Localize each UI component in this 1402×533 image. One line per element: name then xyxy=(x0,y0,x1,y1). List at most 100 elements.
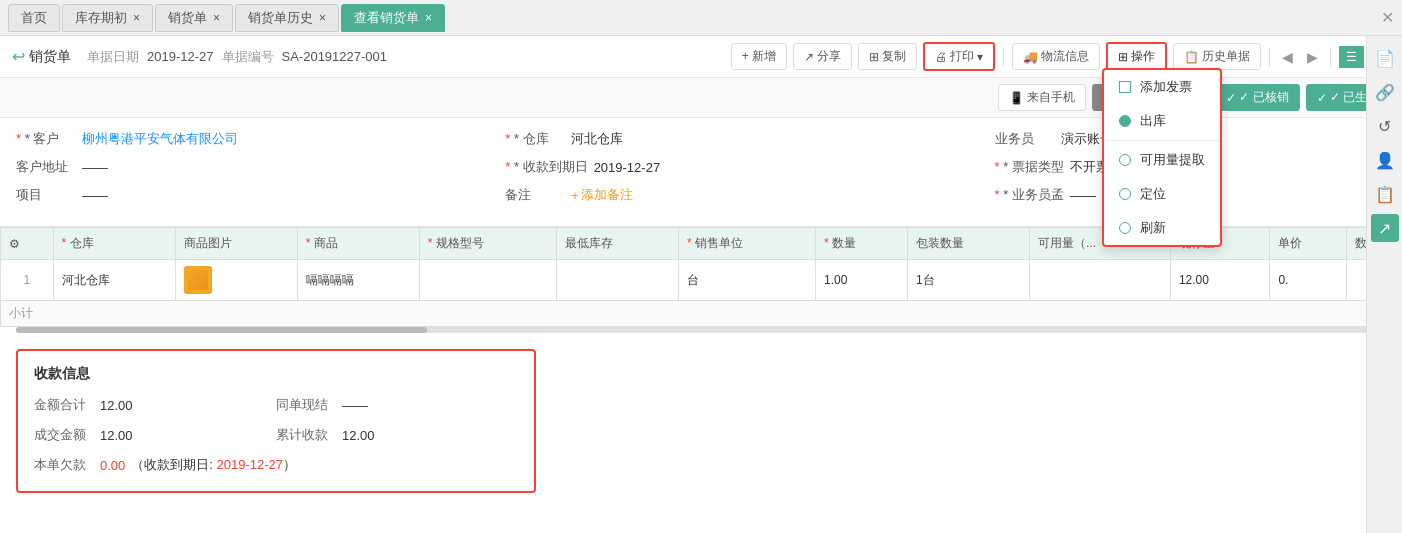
dropdown-locate[interactable]: 定位 xyxy=(1104,177,1220,211)
th-pack-qty: 包装数量 xyxy=(908,228,1030,260)
warehouse-field: * 仓库 河北仓库 xyxy=(505,130,994,148)
tab-sales-order[interactable]: 销货单 × xyxy=(155,4,233,32)
separator-2 xyxy=(1269,47,1270,67)
summary-title: 收款信息 xyxy=(34,365,518,383)
row-product: 嗝嗝嗝嗝 xyxy=(297,260,419,301)
scrollbar-thumb[interactable] xyxy=(16,327,427,333)
tab-inventory-init-close[interactable]: × xyxy=(133,11,140,25)
print-dropdown-arrow: ▾ xyxy=(977,50,983,64)
th-image: 商品图片 xyxy=(175,228,297,260)
sidebar-link-icon[interactable]: 🔗 xyxy=(1371,78,1399,106)
sidebar-refresh-icon[interactable]: ↺ xyxy=(1371,112,1399,140)
row-warehouse: 河北仓库 xyxy=(53,260,175,301)
locate-icon xyxy=(1118,187,1132,201)
tab-home[interactable]: 首页 xyxy=(8,4,60,32)
history-button[interactable]: 📋 历史单据 xyxy=(1173,43,1261,70)
salesperson2-label: * 业务员孟 xyxy=(995,186,1064,204)
doc-actions: + 新增 ↗ 分享 ⊞ 复制 🖨 打印 ▾ 🚚 物流信息 ⊞ 操作 xyxy=(731,42,1390,71)
effect-icon: ✓ xyxy=(1317,91,1327,105)
separator-1 xyxy=(1003,47,1004,67)
row-num: 1 xyxy=(1,260,54,301)
row-min-stock xyxy=(556,260,678,301)
row-image xyxy=(175,260,297,301)
customer-value[interactable]: 柳州粤港平安气体有限公司 xyxy=(82,130,238,148)
logistics-icon: 🚚 xyxy=(1023,50,1038,64)
tab-sales-history[interactable]: 销货单历史 × xyxy=(235,4,339,32)
th-price: 单价 xyxy=(1270,228,1347,260)
doc-number-value: SA-20191227-001 xyxy=(282,49,388,64)
sidebar-list-icon[interactable]: 📋 xyxy=(1371,180,1399,208)
cancel-operations-btn[interactable]: ✓ ✓ 已核销 xyxy=(1215,84,1299,111)
add-note-btn[interactable]: 添加备注 xyxy=(571,186,633,204)
customer-label: * 客户 xyxy=(16,130,76,148)
tab-bar: 首页 库存期初 × 销货单 × 销货单历史 × 查看销货单 × ✕ xyxy=(0,0,1402,36)
doc-date-label: 单据日期 xyxy=(87,48,139,66)
doc-number-label: 单据编号 xyxy=(222,48,274,66)
row-unit: 台 xyxy=(678,260,815,301)
sidebar-user-icon[interactable]: 👤 xyxy=(1371,146,1399,174)
tab-sales-order-close[interactable]: × xyxy=(213,11,220,25)
warehouse-value: 河北仓库 xyxy=(571,130,623,148)
tab-inventory-init[interactable]: 库存期初 × xyxy=(62,4,153,32)
project-label: 项目 xyxy=(16,186,76,204)
sidebar-doc-icon[interactable]: 📄 xyxy=(1371,44,1399,72)
copy-button[interactable]: ⊞ 复制 xyxy=(858,43,917,70)
doc-title: ↩ 销货单 xyxy=(12,47,71,66)
window-close-btn[interactable]: ✕ xyxy=(1381,8,1394,27)
tab-view-sales[interactable]: 查看销货单 × xyxy=(341,4,445,32)
transaction-label: 成交金额 xyxy=(34,426,94,444)
doc-title-icon: ↩ xyxy=(12,47,25,66)
dropdown-add-invoice[interactable]: 添加发票 xyxy=(1104,70,1220,104)
doc-meta: 单据日期 2019-12-27 单据编号 SA-20191227-001 xyxy=(87,48,387,66)
row-price: 0. xyxy=(1270,260,1347,301)
summary-cumulative-payment: 累计收款 12.00 xyxy=(276,423,518,447)
due-date-link[interactable]: 2019-12-27 xyxy=(217,457,284,472)
add-invoice-icon xyxy=(1118,80,1132,94)
th-settings[interactable]: ⚙ xyxy=(1,228,54,260)
total-amount-value: 12.00 xyxy=(100,398,133,413)
summary-transaction-amount: 成交金额 12.00 xyxy=(34,423,276,447)
refresh-icon xyxy=(1118,221,1132,235)
logistics-button[interactable]: 🚚 物流信息 xyxy=(1012,43,1100,70)
th-min-stock: 最低库存 xyxy=(556,228,678,260)
settlement-label: 同单现结 xyxy=(276,396,336,414)
th-qty: * 数量 xyxy=(815,228,907,260)
operations-icon: ⊞ xyxy=(1118,50,1128,64)
doc-date-value: 2019-12-27 xyxy=(147,49,214,64)
next-record-btn[interactable]: ▶ xyxy=(1303,47,1322,67)
ticket-type-label: * 票据类型 xyxy=(995,158,1064,176)
settlement-value: —— xyxy=(342,398,368,413)
salesperson-label: 业务员 xyxy=(995,130,1055,148)
th-spec: * 规格型号 xyxy=(419,228,556,260)
from-mobile-btn[interactable]: 📱 来自手机 xyxy=(998,84,1086,111)
share-button[interactable]: ↗ 分享 xyxy=(793,43,852,70)
note-label: 备注 xyxy=(505,186,565,204)
summary-same-order-settlement: 同单现结 —— xyxy=(276,393,518,417)
project-field: 项目 —— xyxy=(16,186,505,204)
th-warehouse: * 仓库 xyxy=(53,228,175,260)
tab-sales-history-close[interactable]: × xyxy=(319,11,326,25)
row-qty: 1.00 xyxy=(815,260,907,301)
dropdown-outbound[interactable]: 出库 xyxy=(1104,104,1220,138)
outstanding-value: 0.00 xyxy=(100,458,125,473)
warehouse-label: * 仓库 xyxy=(505,130,565,148)
address-label: 客户地址 xyxy=(16,158,76,176)
new-button[interactable]: + 新增 xyxy=(731,43,787,70)
dropdown-refresh[interactable]: 刷新 xyxy=(1104,211,1220,245)
right-sidebar: 📄 🔗 ↺ 👤 📋 ↗ xyxy=(1366,36,1402,533)
tab-view-sales-close[interactable]: × xyxy=(425,11,432,25)
row-spec xyxy=(419,260,556,301)
dropdown-available-qty[interactable]: 可用量提取 xyxy=(1104,143,1220,177)
horizontal-scrollbar[interactable] xyxy=(16,327,1386,333)
operations-button[interactable]: ⊞ 操作 xyxy=(1106,42,1167,71)
row-pack-qty: 1台 xyxy=(908,260,1030,301)
sidebar-expand-icon[interactable]: ↗ xyxy=(1371,214,1399,242)
mobile-icon: 📱 xyxy=(1009,91,1024,105)
outbound-icon xyxy=(1118,114,1132,128)
operations-dropdown: 添加发票 出库 可用量提取 定位 刷新 xyxy=(1102,68,1222,247)
customer-field: * 客户 柳州粤港平安气体有限公司 xyxy=(16,130,505,148)
prev-record-btn[interactable]: ◀ xyxy=(1278,47,1297,67)
share-icon: ↗ xyxy=(804,50,814,64)
print-button[interactable]: 🖨 打印 ▾ xyxy=(923,42,995,71)
list-view-btn[interactable]: ☰ xyxy=(1339,46,1364,68)
